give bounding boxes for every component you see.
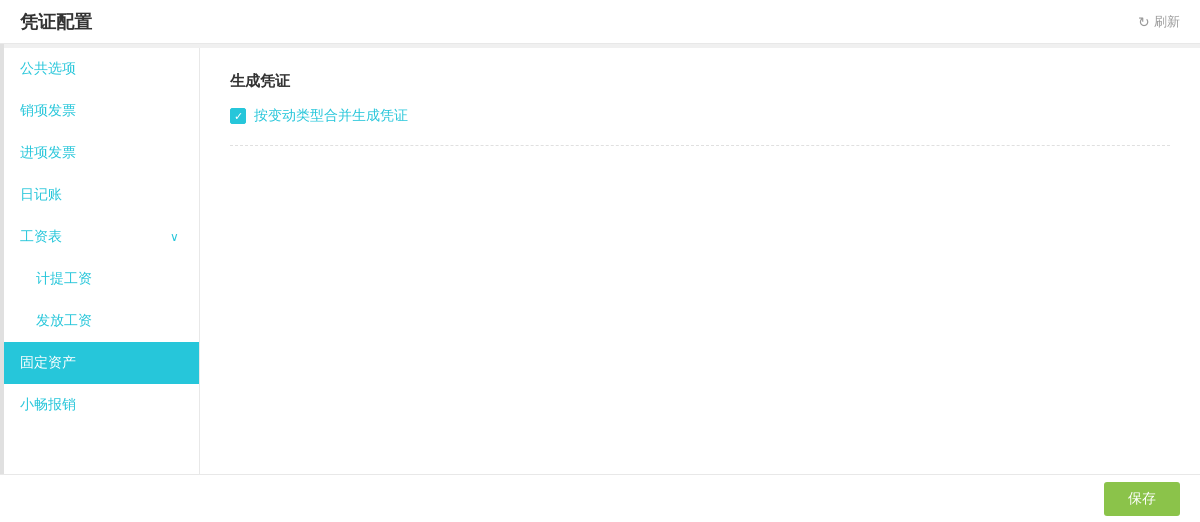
refresh-button[interactable]: ↻ 刷新 xyxy=(1138,13,1180,31)
sidebar-item-fixed-assets[interactable]: 固定资产 xyxy=(0,342,199,384)
footer: 保存 xyxy=(0,474,1200,522)
merge-by-type-checkbox[interactable] xyxy=(230,108,246,124)
checkbox-label: 按变动类型合并生成凭证 xyxy=(254,107,408,125)
sidebar-item-payroll-accrual[interactable]: 计提工资 xyxy=(0,258,199,300)
top-accent-bar xyxy=(0,44,1200,48)
main-layout: 公共选项 销项发票 进项发票 日记账 工资表 ∨ 计提工资 发放工资 固定资产 … xyxy=(0,48,1200,474)
sidebar-item-payroll[interactable]: 工资表 ∨ xyxy=(0,216,199,258)
sidebar-item-label: 工资表 xyxy=(20,228,62,246)
sidebar-item-label: 公共选项 xyxy=(20,60,76,78)
save-button[interactable]: 保存 xyxy=(1104,482,1180,516)
sidebar-item-label: 发放工资 xyxy=(36,312,92,330)
sidebar-item-payroll-distribute[interactable]: 发放工资 xyxy=(0,300,199,342)
sidebar-item-label: 固定资产 xyxy=(20,354,76,372)
sidebar-item-label: 小畅报销 xyxy=(20,396,76,414)
chevron-down-icon: ∨ xyxy=(170,230,179,244)
sidebar-item-label: 销项发票 xyxy=(20,102,76,120)
sidebar-item-label: 计提工资 xyxy=(36,270,92,288)
section-title: 生成凭证 xyxy=(230,72,1170,91)
sidebar-item-label: 进项发票 xyxy=(20,144,76,162)
section-divider xyxy=(230,145,1170,146)
sidebar-item-public[interactable]: 公共选项 xyxy=(0,48,199,90)
sidebar-item-label: 日记账 xyxy=(20,186,62,204)
left-edge-bar xyxy=(0,44,4,474)
sidebar-item-journal[interactable]: 日记账 xyxy=(0,174,199,216)
refresh-icon: ↻ xyxy=(1138,14,1150,30)
sidebar-item-expense[interactable]: 小畅报销 xyxy=(0,384,199,426)
page-title: 凭证配置 xyxy=(20,10,92,34)
sidebar-item-purchase-invoice[interactable]: 进项发票 xyxy=(0,132,199,174)
sidebar: 公共选项 销项发票 进项发票 日记账 工资表 ∨ 计提工资 发放工资 固定资产 … xyxy=(0,48,200,474)
sidebar-item-sales-invoice[interactable]: 销项发票 xyxy=(0,90,199,132)
checkbox-row: 按变动类型合并生成凭证 xyxy=(230,107,1170,125)
refresh-label: 刷新 xyxy=(1154,13,1180,31)
main-content: 生成凭证 按变动类型合并生成凭证 xyxy=(200,48,1200,474)
page-header: 凭证配置 ↻ 刷新 xyxy=(0,0,1200,44)
